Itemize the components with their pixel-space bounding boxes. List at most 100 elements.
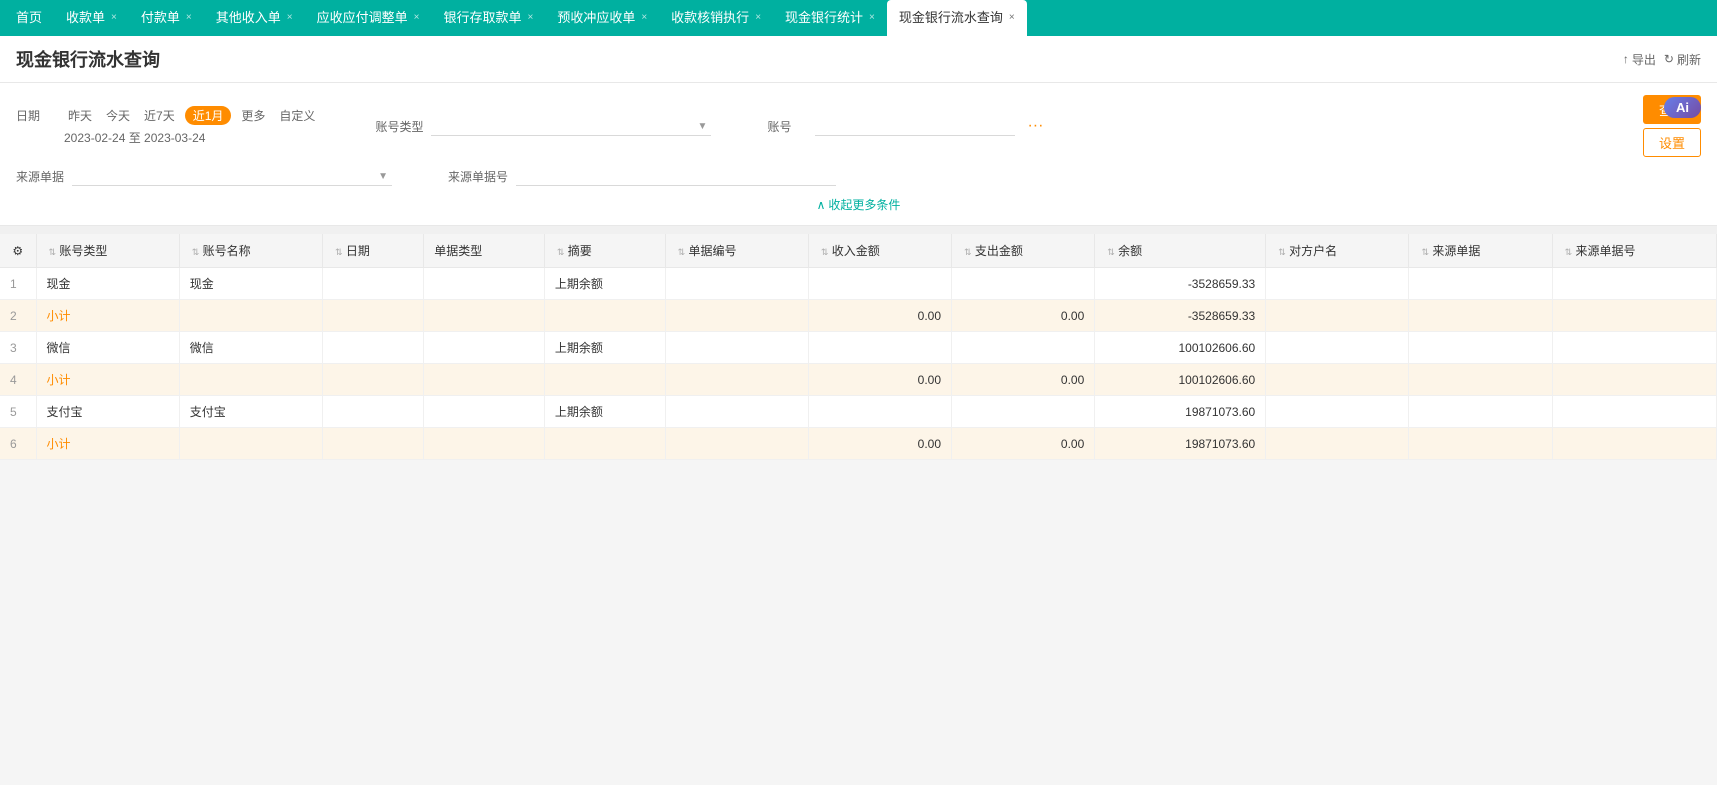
close-icon[interactable]: × — [111, 0, 117, 36]
sort-arrows: ⇅ — [1565, 247, 1573, 257]
source-doc-no-label: 来源单据号 — [448, 168, 508, 185]
column-account-type[interactable]: ⇅ 账号类型 — [36, 234, 179, 268]
shortcut-today[interactable]: 今天 — [102, 106, 134, 125]
export-button[interactable]: ↑ 导出 — [1623, 51, 1656, 68]
ai-badge[interactable]: Ai — [1664, 97, 1701, 118]
cell-doc-no — [665, 300, 808, 332]
settings-button[interactable]: 设置 — [1643, 128, 1701, 157]
account-label: 账号 — [767, 118, 807, 135]
cell-date — [322, 300, 423, 332]
table-row[interactable]: 4 小计 0.00 0.00 100102606.60 — [0, 364, 1717, 396]
sort-arrows: ⇅ — [335, 247, 343, 257]
column-income[interactable]: ⇅ 收入金额 — [808, 234, 951, 268]
account-type-select[interactable] — [431, 117, 711, 136]
nav-item-payment[interactable]: 付款单 × — [129, 0, 204, 36]
cell-source-doc — [1409, 332, 1552, 364]
shortcut-1month[interactable]: 近1月 — [185, 106, 232, 125]
cell-counterparty — [1266, 268, 1409, 300]
column-source-doc[interactable]: ⇅ 来源单据 — [1409, 234, 1552, 268]
nav-item-verification[interactable]: 收款核销执行 × — [659, 0, 773, 36]
table-row[interactable]: 6 小计 0.00 0.00 19871073.60 — [0, 428, 1717, 460]
close-icon[interactable]: × — [755, 0, 761, 36]
cell-date — [322, 364, 423, 396]
column-account-name[interactable]: ⇅ 账号名称 — [179, 234, 322, 268]
more-options-icon[interactable]: ··· — [1027, 117, 1043, 135]
table-row[interactable]: 3 微信 微信 上期余额 100102606.60 — [0, 332, 1717, 364]
close-icon[interactable]: × — [869, 0, 875, 36]
close-icon[interactable]: × — [1009, 0, 1015, 36]
cell-account-name: 现金 — [179, 268, 322, 300]
cell-doc-type — [424, 268, 545, 300]
cell-summary — [544, 364, 665, 396]
sort-arrows: ⇅ — [678, 247, 686, 257]
cell-date — [322, 396, 423, 428]
column-expense[interactable]: ⇅ 支出金额 — [952, 234, 1095, 268]
close-icon[interactable]: × — [186, 0, 192, 36]
account-type-select-wrapper: ▼ — [431, 117, 711, 136]
collapse-button[interactable]: ∧ 收起更多条件 — [16, 196, 1701, 213]
sort-arrows: ⇅ — [964, 247, 972, 257]
column-doc-no[interactable]: ⇅ 单据编号 — [665, 234, 808, 268]
close-icon[interactable]: × — [527, 0, 533, 36]
source-doc-no-input[interactable] — [516, 167, 836, 186]
cell-account-name: 支付宝 — [179, 396, 322, 428]
row-num: 1 — [0, 268, 36, 300]
column-summary[interactable]: ⇅ 摘要 — [544, 234, 665, 268]
cell-account-type: 小计 — [36, 428, 179, 460]
row-num: 6 — [0, 428, 36, 460]
column-counterparty[interactable]: ⇅ 对方户名 — [1266, 234, 1409, 268]
cell-doc-no — [665, 332, 808, 364]
cell-summary: 上期余额 — [544, 332, 665, 364]
cell-counterparty — [1266, 396, 1409, 428]
cell-balance: 19871073.60 — [1095, 396, 1266, 428]
cell-account-type: 小计 — [36, 364, 179, 396]
close-icon[interactable]: × — [414, 0, 420, 36]
nav-item-adjustment[interactable]: 应收应付调整单 × — [305, 0, 432, 36]
close-icon[interactable]: × — [287, 0, 293, 36]
refresh-button[interactable]: ↻ 刷新 — [1664, 51, 1701, 68]
cell-income: 0.00 — [808, 300, 951, 332]
shortcut-more[interactable]: 更多 — [237, 106, 269, 125]
nav-item-bank[interactable]: 银行存取款单 × — [431, 0, 545, 36]
sort-arrows: ⇅ — [49, 247, 57, 257]
cell-income — [808, 396, 951, 428]
filter-area: 日期 昨天 今天 近7天 近1月 更多 自定义 2023-02-24 至 202… — [0, 83, 1717, 226]
nav-item-advance[interactable]: 预收冲应收单 × — [545, 0, 659, 36]
sort-arrows: ⇅ — [192, 247, 200, 257]
close-icon[interactable]: × — [641, 0, 647, 36]
column-source-doc-no[interactable]: ⇅ 来源单据号 — [1552, 234, 1716, 268]
nav-item-bank-stats[interactable]: 现金银行统计 × — [773, 0, 887, 36]
table-row[interactable]: 1 现金 现金 上期余额 -3528659.33 — [0, 268, 1717, 300]
cell-doc-type — [424, 300, 545, 332]
row-num: 3 — [0, 332, 36, 364]
date-range: 2023-02-24 至 2023-03-24 — [64, 129, 319, 146]
table-row[interactable]: 5 支付宝 支付宝 上期余额 19871073.60 — [0, 396, 1717, 428]
cell-account-name — [179, 428, 322, 460]
header-actions: ↑ 导出 ↻ 刷新 — [1623, 51, 1701, 68]
shortcut-yesterday[interactable]: 昨天 — [64, 106, 96, 125]
source-doc-select[interactable] — [72, 167, 392, 186]
row-num: 2 — [0, 300, 36, 332]
row-num: 4 — [0, 364, 36, 396]
column-balance[interactable]: ⇅ 余额 — [1095, 234, 1266, 268]
account-input[interactable] — [815, 117, 1015, 136]
cell-date — [322, 268, 423, 300]
column-date[interactable]: ⇅ 日期 — [322, 234, 423, 268]
nav-item-other-income[interactable]: 其他收入单 × — [204, 0, 305, 36]
cell-source-doc-no — [1552, 332, 1716, 364]
nav-item-home[interactable]: 首页 — [4, 0, 54, 36]
nav-item-bank-flow[interactable]: 现金银行流水查询 × — [887, 0, 1027, 36]
shortcut-custom[interactable]: 自定义 — [275, 106, 319, 125]
cell-summary: 上期余额 — [544, 396, 665, 428]
shortcut-7days[interactable]: 近7天 — [140, 106, 179, 125]
cell-balance: 19871073.60 — [1095, 428, 1266, 460]
nav-item-receipt[interactable]: 收款单 × — [54, 0, 129, 36]
column-doc-type[interactable]: 单据类型 — [424, 234, 545, 268]
column-settings[interactable]: ⚙ — [0, 234, 36, 268]
cell-doc-type — [424, 428, 545, 460]
cell-summary: 上期余额 — [544, 268, 665, 300]
cell-doc-type — [424, 364, 545, 396]
refresh-icon: ↻ — [1664, 52, 1674, 66]
cell-expense: 0.00 — [952, 300, 1095, 332]
table-row[interactable]: 2 小计 0.00 0.00 -3528659.33 — [0, 300, 1717, 332]
